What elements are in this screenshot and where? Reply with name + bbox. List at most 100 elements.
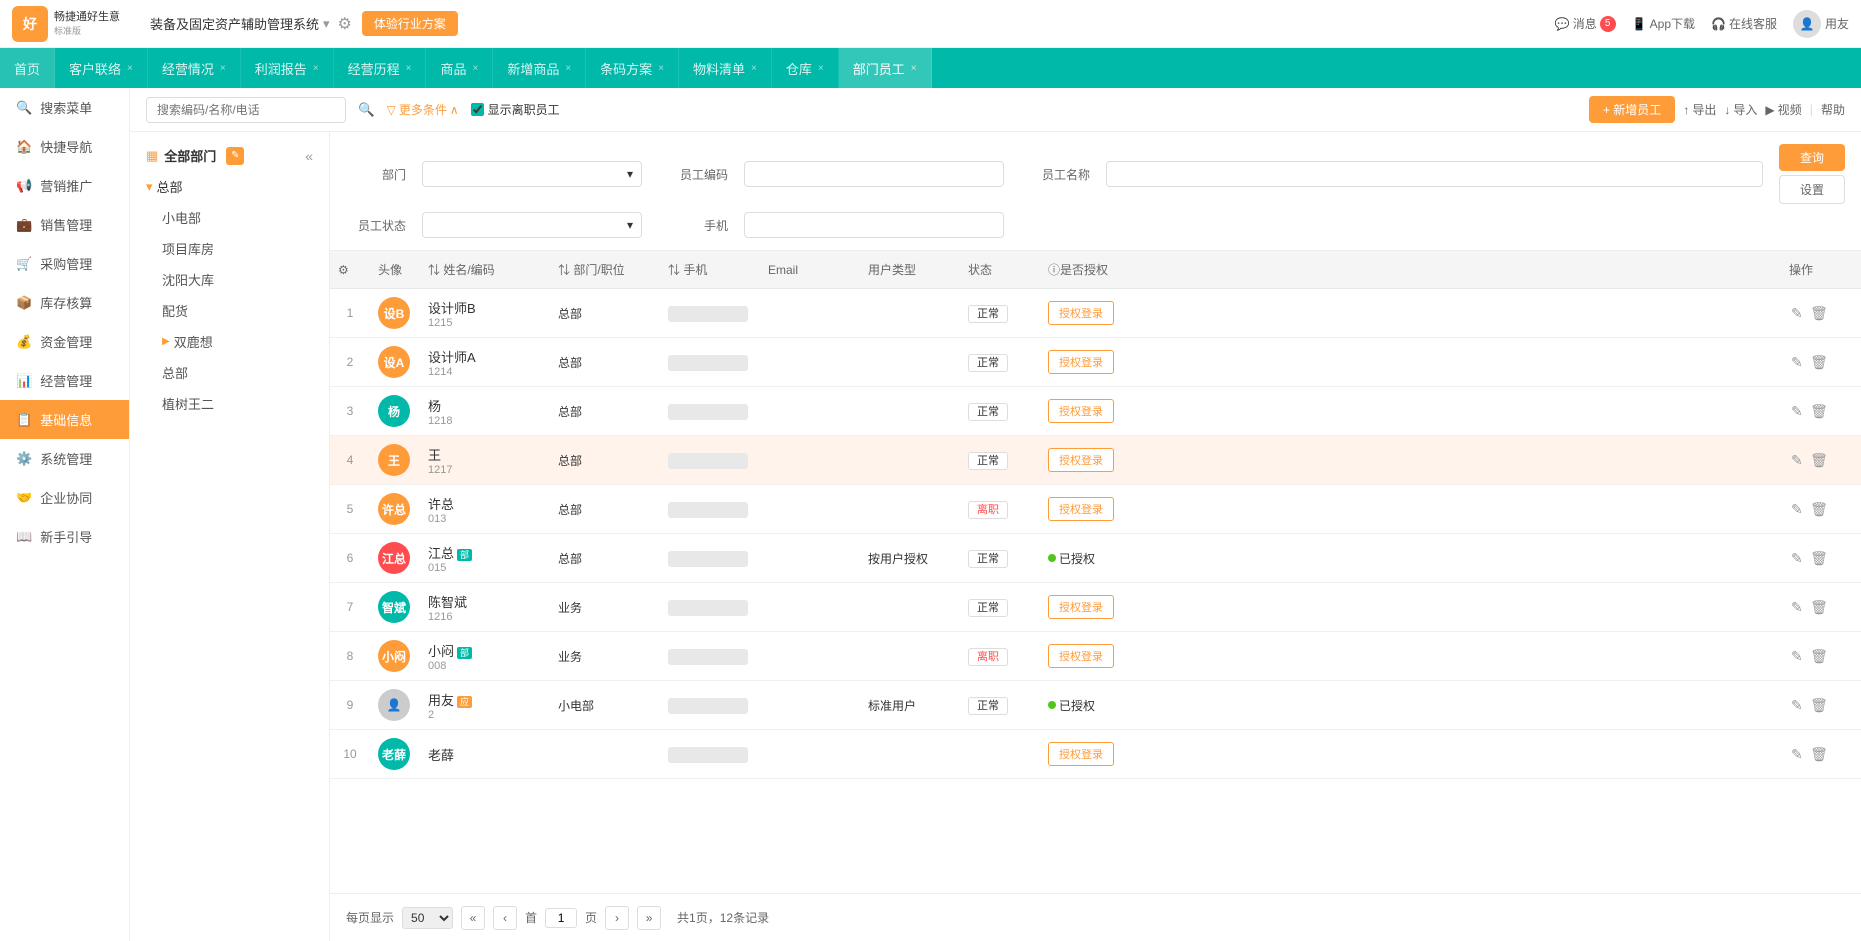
status-select[interactable]: ▾ — [422, 212, 642, 238]
online-service-btn[interactable]: 🎧 在线客服 — [1711, 15, 1777, 32]
delete-btn[interactable]: 🗑 — [1808, 499, 1830, 520]
emp-name-input[interactable] — [1106, 161, 1763, 187]
delete-btn[interactable]: 🗑 — [1808, 548, 1830, 569]
sidebar-item-finance[interactable]: 💰 资金管理 — [0, 322, 129, 361]
edit-btn[interactable]: ✎ — [1789, 597, 1805, 618]
edit-btn[interactable]: ✎ — [1789, 303, 1805, 324]
auth-login-btn[interactable]: 授权登录 — [1048, 497, 1114, 521]
auth-login-btn[interactable]: 授权登录 — [1048, 595, 1114, 619]
delete-btn[interactable]: 🗑 — [1808, 303, 1830, 324]
trial-button[interactable]: 体验行业方案 — [362, 11, 458, 36]
edit-btn[interactable]: ✎ — [1789, 401, 1805, 422]
search-input[interactable] — [146, 97, 346, 123]
collapse-tree-btn[interactable]: « — [305, 148, 313, 164]
sidebar-item-purchase[interactable]: 🛒 采购管理 — [0, 244, 129, 283]
tab-barcode[interactable]: 条码方案 × — [586, 48, 679, 88]
tab-goods[interactable]: 商品 × — [426, 48, 493, 88]
arrow-icon: ▶ — [162, 336, 170, 347]
tree-item-small-electric[interactable]: 小电部 — [138, 202, 321, 233]
sidebar-item-sales[interactable]: 💼 销售管理 — [0, 205, 129, 244]
tab-bom[interactable]: 物料清单 × — [679, 48, 772, 88]
tab-employees[interactable]: 部门员工 × — [839, 48, 932, 88]
app-download-btn[interactable]: 📱 App下载 — [1632, 15, 1695, 32]
first-page-btn[interactable]: « — [461, 906, 485, 930]
show-resigned-toggle[interactable]: 显示离职员工 — [471, 101, 560, 118]
edit-btn[interactable]: ✎ — [1789, 695, 1805, 716]
auth-login-btn[interactable]: 授权登录 — [1048, 301, 1114, 325]
last-page-btn[interactable]: » — [637, 906, 661, 930]
sidebar-item-guide[interactable]: 📖 新手引导 — [0, 517, 129, 556]
sidebar-item-marketing[interactable]: 📢 营销推广 — [0, 166, 129, 205]
delete-btn[interactable]: 🗑 — [1808, 744, 1830, 765]
tab-customer[interactable]: 客户联络 × — [55, 48, 148, 88]
message-btn[interactable]: 💬 消息 5 — [1555, 15, 1616, 32]
tab-warehouse[interactable]: 仓库 × — [772, 48, 839, 88]
tab-history[interactable]: 经营历程 × — [334, 48, 427, 88]
add-employee-btn[interactable]: + 新增员工 — [1589, 96, 1675, 123]
edit-btn[interactable]: ✎ — [1789, 744, 1805, 765]
sidebar-item-search[interactable]: 🔍 搜索菜单 — [0, 88, 129, 127]
delete-btn[interactable]: 🗑 — [1808, 646, 1830, 667]
tab-home[interactable]: 首页 — [0, 48, 55, 88]
auth-login-btn[interactable]: 授权登录 — [1048, 644, 1114, 668]
sidebar-item-inventory[interactable]: 📦 库存核算 — [0, 283, 129, 322]
help-btn[interactable]: 帮助 — [1821, 101, 1845, 118]
search-button[interactable]: 🔍 — [358, 102, 375, 118]
setting-btn[interactable]: 设置 — [1779, 175, 1845, 204]
td-avatar: 杨 — [370, 387, 420, 436]
delete-btn[interactable]: 🗑 — [1808, 352, 1830, 373]
edit-dept-btn[interactable]: ✎ — [226, 147, 244, 165]
dropdown-arrow[interactable]: ▾ — [323, 16, 330, 32]
resigned-checkbox[interactable] — [471, 103, 484, 116]
sidebar-item-system[interactable]: ⚙️ 系统管理 — [0, 439, 129, 478]
sidebar-item-management[interactable]: 📊 经营管理 — [0, 361, 129, 400]
delete-btn[interactable]: 🗑 — [1808, 450, 1830, 471]
tree-item-delivery[interactable]: 配货 — [138, 295, 321, 326]
emp-code-input[interactable] — [744, 161, 1004, 187]
sidebar-item-cooperation[interactable]: 🤝 企业协同 — [0, 478, 129, 517]
td-avatar: 许总 — [370, 485, 420, 534]
auth-login-btn[interactable]: 授权登录 — [1048, 448, 1114, 472]
delete-btn[interactable]: 🗑 — [1808, 695, 1830, 716]
per-page-select[interactable]: 50 20 100 — [402, 907, 453, 929]
prev-page-btn[interactable]: ‹ — [493, 906, 517, 930]
search-filter-btn[interactable]: 查询 — [1779, 144, 1845, 171]
edit-btn[interactable]: ✎ — [1789, 499, 1805, 520]
th-dept-pos[interactable]: ⇅ 部门/职位 — [550, 251, 660, 289]
page-input[interactable] — [545, 908, 577, 928]
more-filter-btn[interactable]: ▽ 更多条件 ∧ — [387, 101, 459, 118]
tree-item-project[interactable]: 项目库房 — [138, 233, 321, 264]
user-area[interactable]: 👤 用友 — [1793, 10, 1849, 38]
tab-operation[interactable]: 经营情况 × — [148, 48, 241, 88]
view-btn[interactable]: ▶ 视频 — [1765, 101, 1801, 118]
sidebar-item-info[interactable]: 📋 基础信息 — [0, 400, 129, 439]
auth-login-btn[interactable]: 授权登录 — [1048, 742, 1114, 766]
th-auth[interactable]: ⓘ是否授权 — [1040, 251, 1160, 289]
delete-btn[interactable]: 🗑 — [1808, 401, 1830, 422]
tab-profit[interactable]: 利润报告 × — [241, 48, 334, 88]
tab-add-goods[interactable]: 新增商品 × — [493, 48, 586, 88]
next-page-btn[interactable]: › — [605, 906, 629, 930]
edit-btn[interactable]: ✎ — [1789, 450, 1805, 471]
td-dept: 业务 — [550, 632, 660, 681]
tree-item-hq[interactable]: 总部 — [138, 357, 321, 388]
dept-select[interactable]: ▾ — [422, 161, 642, 187]
th-settings[interactable]: ⚙ — [330, 251, 370, 289]
tree-item-shuanglu[interactable]: ▶ 双鹿想 — [138, 326, 321, 357]
edit-btn[interactable]: ✎ — [1789, 548, 1805, 569]
tree-item-shenyang[interactable]: 沈阳大库 — [138, 264, 321, 295]
tree-item-plant[interactable]: 植树王二 — [138, 388, 321, 419]
settings-icon[interactable]: ⚙ — [338, 14, 352, 34]
th-name-code[interactable]: ⇅ 姓名/编码 — [420, 251, 550, 289]
auth-login-btn[interactable]: 授权登录 — [1048, 399, 1114, 423]
export-btn[interactable]: ↑ 导出 — [1683, 101, 1716, 118]
import-btn[interactable]: ↓ 导入 — [1724, 101, 1757, 118]
sidebar-item-nav[interactable]: 🏠 快捷导航 — [0, 127, 129, 166]
phone-input[interactable] — [744, 212, 1004, 238]
tree-item-general[interactable]: ▾ 总部 — [138, 171, 321, 202]
edit-btn[interactable]: ✎ — [1789, 646, 1805, 667]
auth-login-btn[interactable]: 授权登录 — [1048, 350, 1114, 374]
th-phone[interactable]: ⇅ 手机 — [660, 251, 760, 289]
edit-btn[interactable]: ✎ — [1789, 352, 1805, 373]
delete-btn[interactable]: 🗑 — [1808, 597, 1830, 618]
